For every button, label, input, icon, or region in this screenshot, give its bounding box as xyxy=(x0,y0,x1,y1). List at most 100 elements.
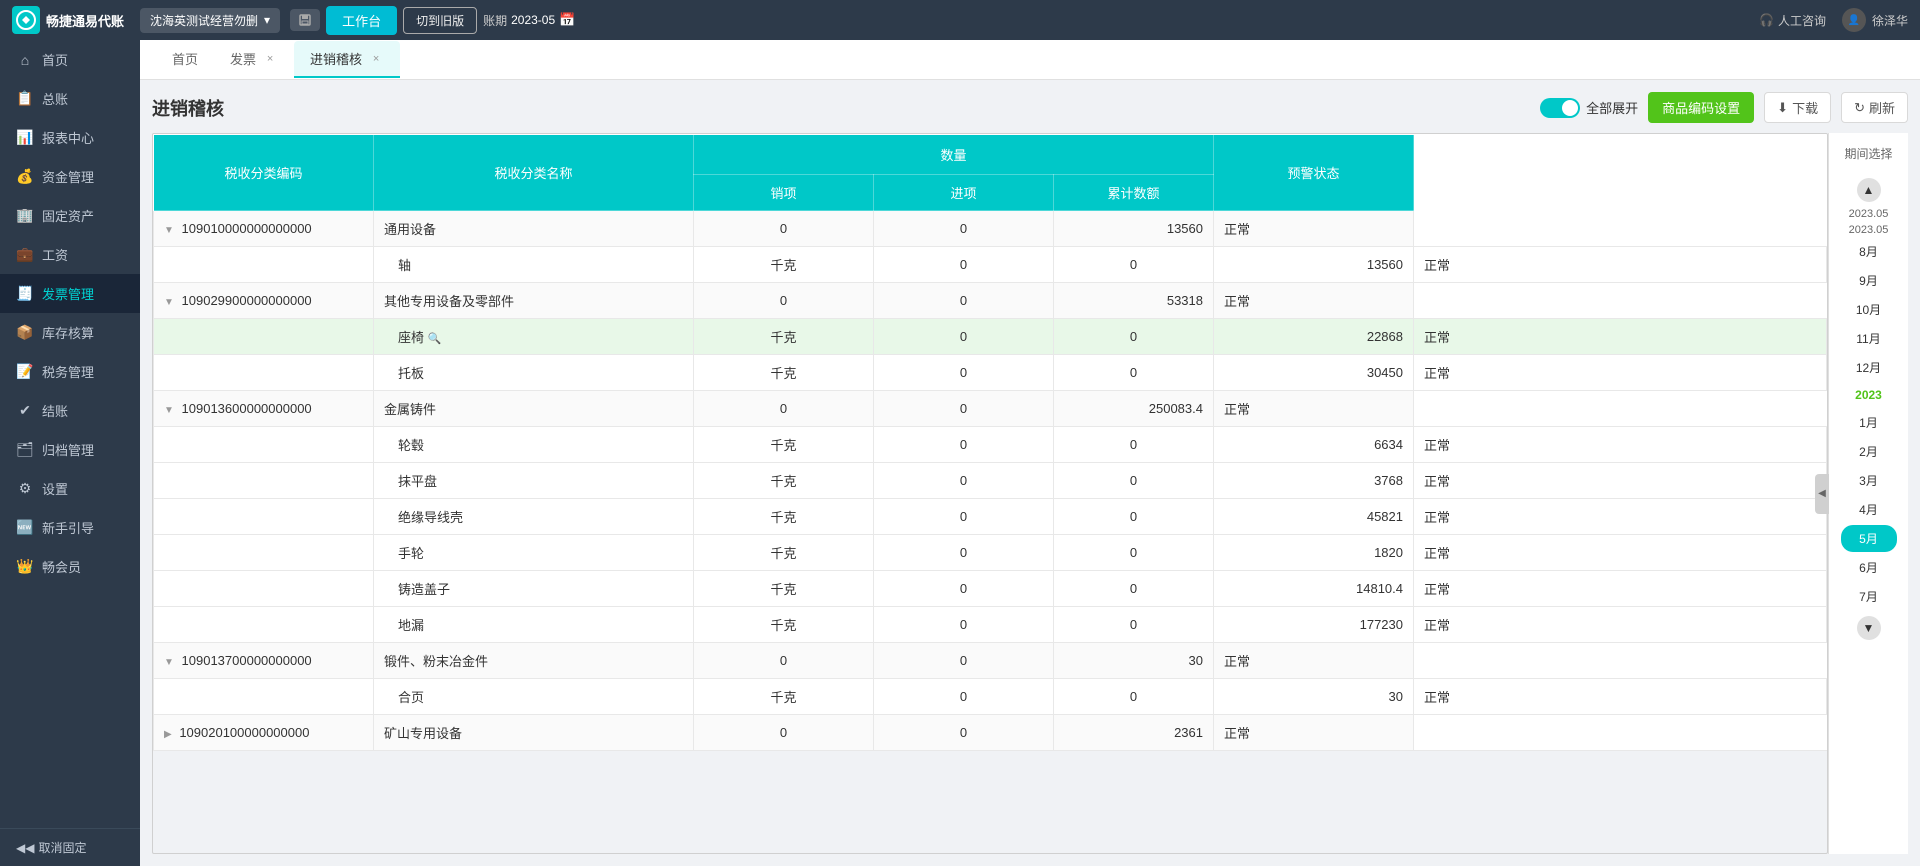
cell-total: 13560 xyxy=(1054,211,1214,247)
cell-purchase: 0 xyxy=(1054,427,1214,463)
month-item[interactable]: 10月 xyxy=(1841,296,1897,323)
expand-icon[interactable]: ▼ xyxy=(164,405,174,416)
cell-empty xyxy=(154,535,374,571)
cell-purchase: 0 xyxy=(1054,355,1214,391)
sidebar-item-home[interactable]: ⌂ 首页 xyxy=(0,40,140,79)
table-row: 抹平盘 千克 0 0 3768 正常 xyxy=(154,463,1827,499)
month-item[interactable]: 5月 xyxy=(1841,525,1897,552)
month-item[interactable]: 6月 xyxy=(1841,554,1897,581)
tab-home-label: 首页 xyxy=(172,49,198,68)
cell-purchase: 0 xyxy=(874,283,1054,319)
month-item[interactable]: 12月 xyxy=(1841,354,1897,381)
sidebar-item-archive[interactable]: 🗂 归档管理 xyxy=(0,430,140,469)
table-row: 手轮 千克 0 0 1820 正常 xyxy=(154,535,1827,571)
month-item[interactable]: 1月 xyxy=(1841,409,1897,436)
cell-total: 6634 xyxy=(1214,427,1414,463)
month-item[interactable]: 3月 xyxy=(1841,467,1897,494)
month-item[interactable]: 7月 xyxy=(1841,583,1897,610)
cell-total: 3768 xyxy=(1214,463,1414,499)
month-item[interactable]: 4月 xyxy=(1841,496,1897,523)
tab-invoice-close[interactable]: × xyxy=(262,51,278,67)
cell-tax-code: ▼ 109013700000000000 xyxy=(154,643,374,679)
tab-reconcile-close[interactable]: × xyxy=(368,51,384,67)
sidebar-label-home: 首页 xyxy=(42,50,68,69)
sidebar-label-reports: 报表中心 xyxy=(42,128,94,147)
expand-all-label: 全部展开 xyxy=(1586,98,1638,117)
avatar: 👤 xyxy=(1842,8,1866,32)
company-selector[interactable]: 沈海英测试经营勿删 ▾ xyxy=(140,8,280,33)
sidebar-item-capital[interactable]: 💰 资金管理 xyxy=(0,157,140,196)
table-row: ▼ 109029900000000000 其他专用设备及零部件 0 0 5331… xyxy=(154,283,1827,319)
cell-empty xyxy=(154,427,374,463)
product-code-button[interactable]: 商品编码设置 xyxy=(1648,92,1754,123)
switch-old-button[interactable]: 切到旧版 xyxy=(403,7,477,34)
month-item[interactable]: 11月 xyxy=(1841,325,1897,352)
cancel-pin-button[interactable]: ◀◀ 取消固定 xyxy=(0,828,140,866)
cell-purchase: 0 xyxy=(1054,319,1214,355)
workbench-button[interactable]: 工作台 xyxy=(326,6,397,35)
sidebar-item-reports[interactable]: 📊 报表中心 xyxy=(0,118,140,157)
expand-all-toggle[interactable]: 全部展开 xyxy=(1540,98,1638,118)
sidebar-item-settings[interactable]: ⚙ 设置 xyxy=(0,469,140,508)
sidebar-item-ledger[interactable]: 📋 总账 xyxy=(0,79,140,118)
sidebar-item-salary[interactable]: 💼 工资 xyxy=(0,235,140,274)
tab-home[interactable]: 首页 xyxy=(156,41,214,78)
year-label[interactable]: 2023 xyxy=(1841,383,1897,407)
sidebar-item-member[interactable]: 👑 畅会员 xyxy=(0,547,140,586)
cell-unit: 千克 xyxy=(694,355,874,391)
panel-down-arrow[interactable]: ▼ xyxy=(1857,616,1881,640)
cell-status: 正常 xyxy=(1414,607,1827,643)
month-item[interactable]: 9月 xyxy=(1841,267,1897,294)
tab-invoice-label: 发票 xyxy=(230,49,256,68)
sidebar-item-assets[interactable]: 🏢 固定资产 xyxy=(0,196,140,235)
headset-icon: 🎧 xyxy=(1759,13,1774,27)
month-item[interactable]: 8月 xyxy=(1841,238,1897,265)
cell-status: 正常 xyxy=(1214,283,1414,319)
col-tax-name: 税收分类名称 xyxy=(374,135,694,211)
table-row: 座椅 🔍 千克 0 0 22868 正常 xyxy=(154,319,1827,355)
table-row: ▼ 109013700000000000 锻件、粉末冶金件 0 0 30 正常 xyxy=(154,643,1827,679)
invoice-icon: 🧾 xyxy=(16,285,34,302)
cell-item-name: 座椅 🔍 xyxy=(374,319,694,355)
sidebar-item-guide[interactable]: 🆕 新手引导 xyxy=(0,508,140,547)
calendar-icon[interactable]: 📅 xyxy=(559,12,575,28)
expand-icon[interactable]: ▶ xyxy=(164,729,172,740)
toggle-thumb xyxy=(1562,100,1578,116)
sidebar-item-inventory[interactable]: 📦 库存核算 xyxy=(0,313,140,352)
cell-total: 250083.4 xyxy=(1054,391,1214,427)
sidebar: ⌂ 首页 📋 总账 📊 报表中心 💰 资金管理 🏢 固定资产 💼 工资 xyxy=(0,40,140,866)
col-total: 累计数额 xyxy=(1054,175,1214,211)
sidebar-item-checkout[interactable]: ✔ 结账 xyxy=(0,391,140,430)
cell-empty xyxy=(154,679,374,715)
tab-invoice[interactable]: 发票 × xyxy=(214,41,294,78)
panel-up-arrow[interactable]: ▲ xyxy=(1857,178,1881,202)
cell-status: 正常 xyxy=(1414,535,1827,571)
service-button[interactable]: 🎧 人工咨询 xyxy=(1759,12,1826,29)
cell-total: 53318 xyxy=(1054,283,1214,319)
cell-empty xyxy=(154,607,374,643)
cell-status: 正常 xyxy=(1414,463,1827,499)
tab-bar: 首页 发票 × 进销稽核 × xyxy=(140,40,1920,80)
panel-toggle-button[interactable]: ◀ xyxy=(1815,474,1829,514)
sidebar-item-tax[interactable]: 📝 税务管理 xyxy=(0,352,140,391)
sidebar-item-invoice[interactable]: 🧾 发票管理 xyxy=(0,274,140,313)
sidebar-label-assets: 固定资产 xyxy=(42,206,94,225)
page-header: 进销稽核 全部展开 商品编码设置 ⬇ 下载 xyxy=(152,92,1908,123)
cell-empty xyxy=(154,463,374,499)
expand-icon[interactable]: ▼ xyxy=(164,297,174,308)
sidebar-label-archive: 归档管理 xyxy=(42,440,94,459)
cell-total: 2361 xyxy=(1054,715,1214,751)
tab-reconcile[interactable]: 进销稽核 × xyxy=(294,41,400,78)
month-item[interactable]: 2月 xyxy=(1841,438,1897,465)
save-button[interactable] xyxy=(290,9,320,31)
sidebar-label-invoice: 发票管理 xyxy=(42,284,94,303)
download-button[interactable]: ⬇ 下载 xyxy=(1764,92,1831,123)
cell-sales: 0 xyxy=(694,283,874,319)
toggle-track[interactable] xyxy=(1540,98,1580,118)
user-info[interactable]: 👤 徐泽华 xyxy=(1842,8,1908,32)
cell-total: 14810.4 xyxy=(1214,571,1414,607)
cell-status: 正常 xyxy=(1414,427,1827,463)
expand-icon[interactable]: ▼ xyxy=(164,225,174,236)
refresh-button[interactable]: ↻ 刷新 xyxy=(1841,92,1908,123)
expand-icon[interactable]: ▼ xyxy=(164,657,174,668)
